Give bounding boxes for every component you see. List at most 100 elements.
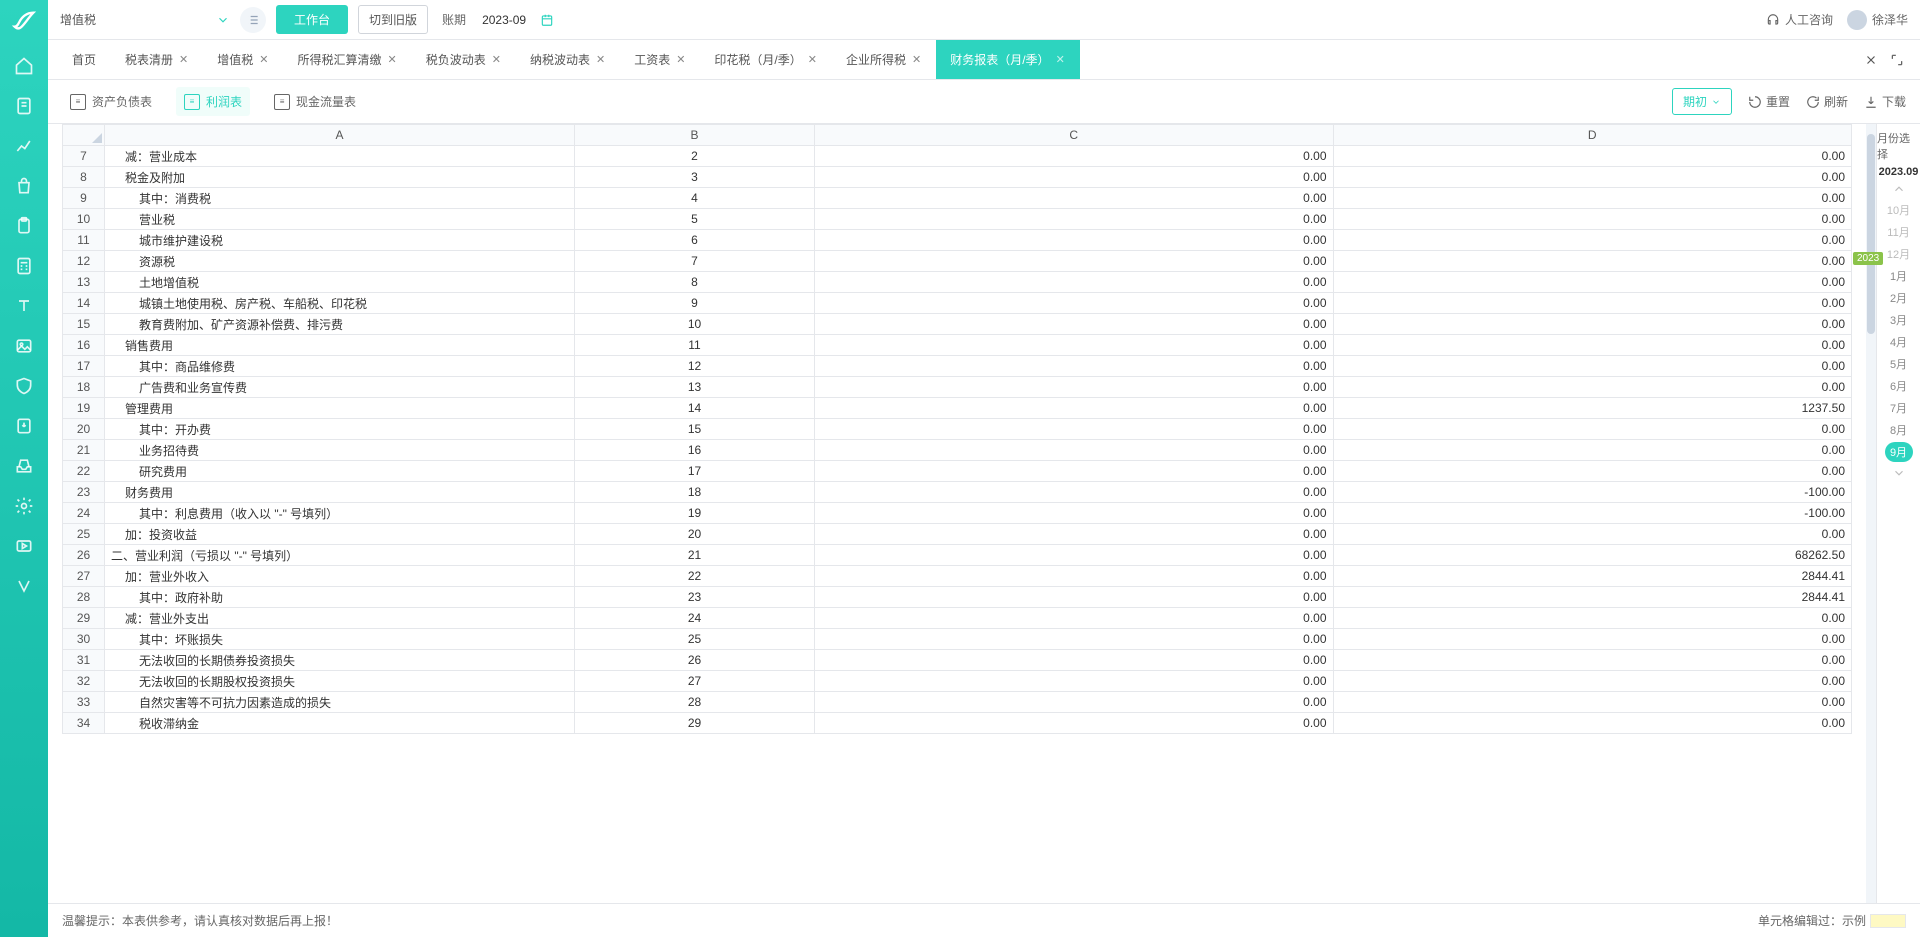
tab-5[interactable]: 纳税波动表✕ — [516, 40, 620, 79]
row-number[interactable]: 30 — [63, 629, 105, 650]
cell-b[interactable]: 20 — [575, 524, 815, 545]
month-item[interactable]: 6月 — [1877, 376, 1920, 396]
cell-c[interactable]: 0.00 — [815, 272, 1334, 293]
cell-d[interactable]: 0.00 — [1333, 377, 1852, 398]
calendar-icon[interactable] — [540, 13, 554, 27]
cell-d[interactable]: 0.00 — [1333, 293, 1852, 314]
cell-a[interactable]: 无法收回的长期股权投资损失 — [105, 671, 575, 692]
cell-c[interactable]: 0.00 — [815, 251, 1334, 272]
row-number[interactable]: 22 — [63, 461, 105, 482]
cell-b[interactable]: 23 — [575, 587, 815, 608]
cell-c[interactable]: 0.00 — [815, 230, 1334, 251]
cell-d[interactable]: 68262.50 — [1333, 545, 1852, 566]
cell-a[interactable]: 减：营业成本 — [105, 146, 575, 167]
col-header-a[interactable]: A — [105, 125, 575, 146]
cell-a[interactable]: 二、营业利润（亏损以 "-" 号填列） — [105, 545, 575, 566]
cell-c[interactable]: 0.00 — [815, 188, 1334, 209]
cell-b[interactable]: 13 — [575, 377, 815, 398]
cell-d[interactable]: 0.00 — [1333, 650, 1852, 671]
cell-b[interactable]: 25 — [575, 629, 815, 650]
col-header-d[interactable]: D — [1333, 125, 1852, 146]
cell-b[interactable]: 4 — [575, 188, 815, 209]
cell-d[interactable]: 0.00 — [1333, 251, 1852, 272]
cell-b[interactable]: 5 — [575, 209, 815, 230]
month-item[interactable]: 10月 — [1877, 200, 1920, 220]
cell-c[interactable]: 0.00 — [815, 356, 1334, 377]
row-number[interactable]: 26 — [63, 545, 105, 566]
cell-c[interactable]: 0.00 — [815, 545, 1334, 566]
col-header-c[interactable]: C — [815, 125, 1334, 146]
cell-d[interactable]: 0.00 — [1333, 671, 1852, 692]
cell-a[interactable]: 教育费附加、矿产资源补偿费、排污费 — [105, 314, 575, 335]
row-number[interactable]: 13 — [63, 272, 105, 293]
close-all-tabs-button[interactable] — [1864, 53, 1878, 67]
cell-c[interactable]: 0.00 — [815, 293, 1334, 314]
inbox-icon[interactable] — [14, 456, 34, 476]
tab-close-icon[interactable]: ✕ — [808, 53, 817, 66]
tab-close-icon[interactable]: ✕ — [596, 53, 605, 66]
cell-b[interactable]: 27 — [575, 671, 815, 692]
cell-a[interactable]: 加：投资收益 — [105, 524, 575, 545]
month-item[interactable]: 5月 — [1877, 354, 1920, 374]
cell-c[interactable]: 0.00 — [815, 629, 1334, 650]
row-number[interactable]: 24 — [63, 503, 105, 524]
subtab-2[interactable]: ≡现金流量表 — [266, 87, 364, 116]
col-header-b[interactable]: B — [575, 125, 815, 146]
month-item[interactable]: 11月 — [1877, 222, 1920, 242]
cell-b[interactable]: 8 — [575, 272, 815, 293]
tab-0[interactable]: 首页 — [58, 40, 111, 79]
cell-b[interactable]: 26 — [575, 650, 815, 671]
calc-icon[interactable] — [14, 256, 34, 276]
download-button[interactable]: 下载 — [1864, 93, 1906, 110]
row-number[interactable]: 10 — [63, 209, 105, 230]
cell-b[interactable]: 21 — [575, 545, 815, 566]
tab-close-icon[interactable]: ✕ — [912, 53, 921, 66]
switch-old-button[interactable]: 切到旧版 — [358, 5, 428, 34]
cell-a[interactable]: 业务招待费 — [105, 440, 575, 461]
gear-icon[interactable] — [14, 496, 34, 516]
tab-close-icon[interactable]: ✕ — [259, 53, 268, 66]
tab-2[interactable]: 增值税✕ — [203, 40, 283, 79]
tab-close-icon[interactable]: ✕ — [179, 53, 188, 66]
cell-d[interactable]: -100.00 — [1333, 503, 1852, 524]
org-selector[interactable]: 增值税 — [60, 11, 230, 28]
row-number[interactable]: 15 — [63, 314, 105, 335]
cell-c[interactable]: 0.00 — [815, 566, 1334, 587]
cell-c[interactable]: 0.00 — [815, 482, 1334, 503]
cell-c[interactable]: 0.00 — [815, 713, 1334, 734]
shield-icon[interactable] — [14, 376, 34, 396]
month-item[interactable]: 12月 — [1877, 244, 1920, 264]
cell-a[interactable]: 管理费用 — [105, 398, 575, 419]
cell-d[interactable]: 1237.50 — [1333, 398, 1852, 419]
cell-d[interactable]: 0.00 — [1333, 188, 1852, 209]
cell-d[interactable]: -100.00 — [1333, 482, 1852, 503]
month-item[interactable]: 4月 — [1877, 332, 1920, 352]
list-toggle-button[interactable] — [240, 7, 266, 33]
cell-c[interactable]: 0.00 — [815, 209, 1334, 230]
row-number[interactable]: 17 — [63, 356, 105, 377]
bag-icon[interactable] — [14, 176, 34, 196]
month-down-icon[interactable] — [1892, 466, 1906, 480]
cell-a[interactable]: 土地增值税 — [105, 272, 575, 293]
tab-1[interactable]: 税表清册✕ — [111, 40, 203, 79]
cell-c[interactable]: 0.00 — [815, 419, 1334, 440]
cell-d[interactable]: 0.00 — [1333, 692, 1852, 713]
row-number[interactable]: 29 — [63, 608, 105, 629]
expand-button[interactable] — [1890, 53, 1904, 67]
cell-b[interactable]: 14 — [575, 398, 815, 419]
cell-a[interactable]: 加：营业外收入 — [105, 566, 575, 587]
consult-button[interactable]: 人工咨询 — [1766, 11, 1833, 28]
clipboard-icon[interactable] — [14, 216, 34, 236]
user-menu[interactable]: 徐泽华 — [1847, 10, 1908, 30]
month-item[interactable]: 9月 — [1885, 442, 1913, 462]
row-number[interactable]: 20 — [63, 419, 105, 440]
cell-b[interactable]: 15 — [575, 419, 815, 440]
sheet-corner[interactable] — [63, 125, 105, 146]
cell-d[interactable]: 0.00 — [1333, 335, 1852, 356]
cell-a[interactable]: 研究费用 — [105, 461, 575, 482]
row-number[interactable]: 16 — [63, 335, 105, 356]
cell-a[interactable]: 其中：开办费 — [105, 419, 575, 440]
row-number[interactable]: 19 — [63, 398, 105, 419]
cell-d[interactable]: 0.00 — [1333, 146, 1852, 167]
cell-c[interactable]: 0.00 — [815, 335, 1334, 356]
